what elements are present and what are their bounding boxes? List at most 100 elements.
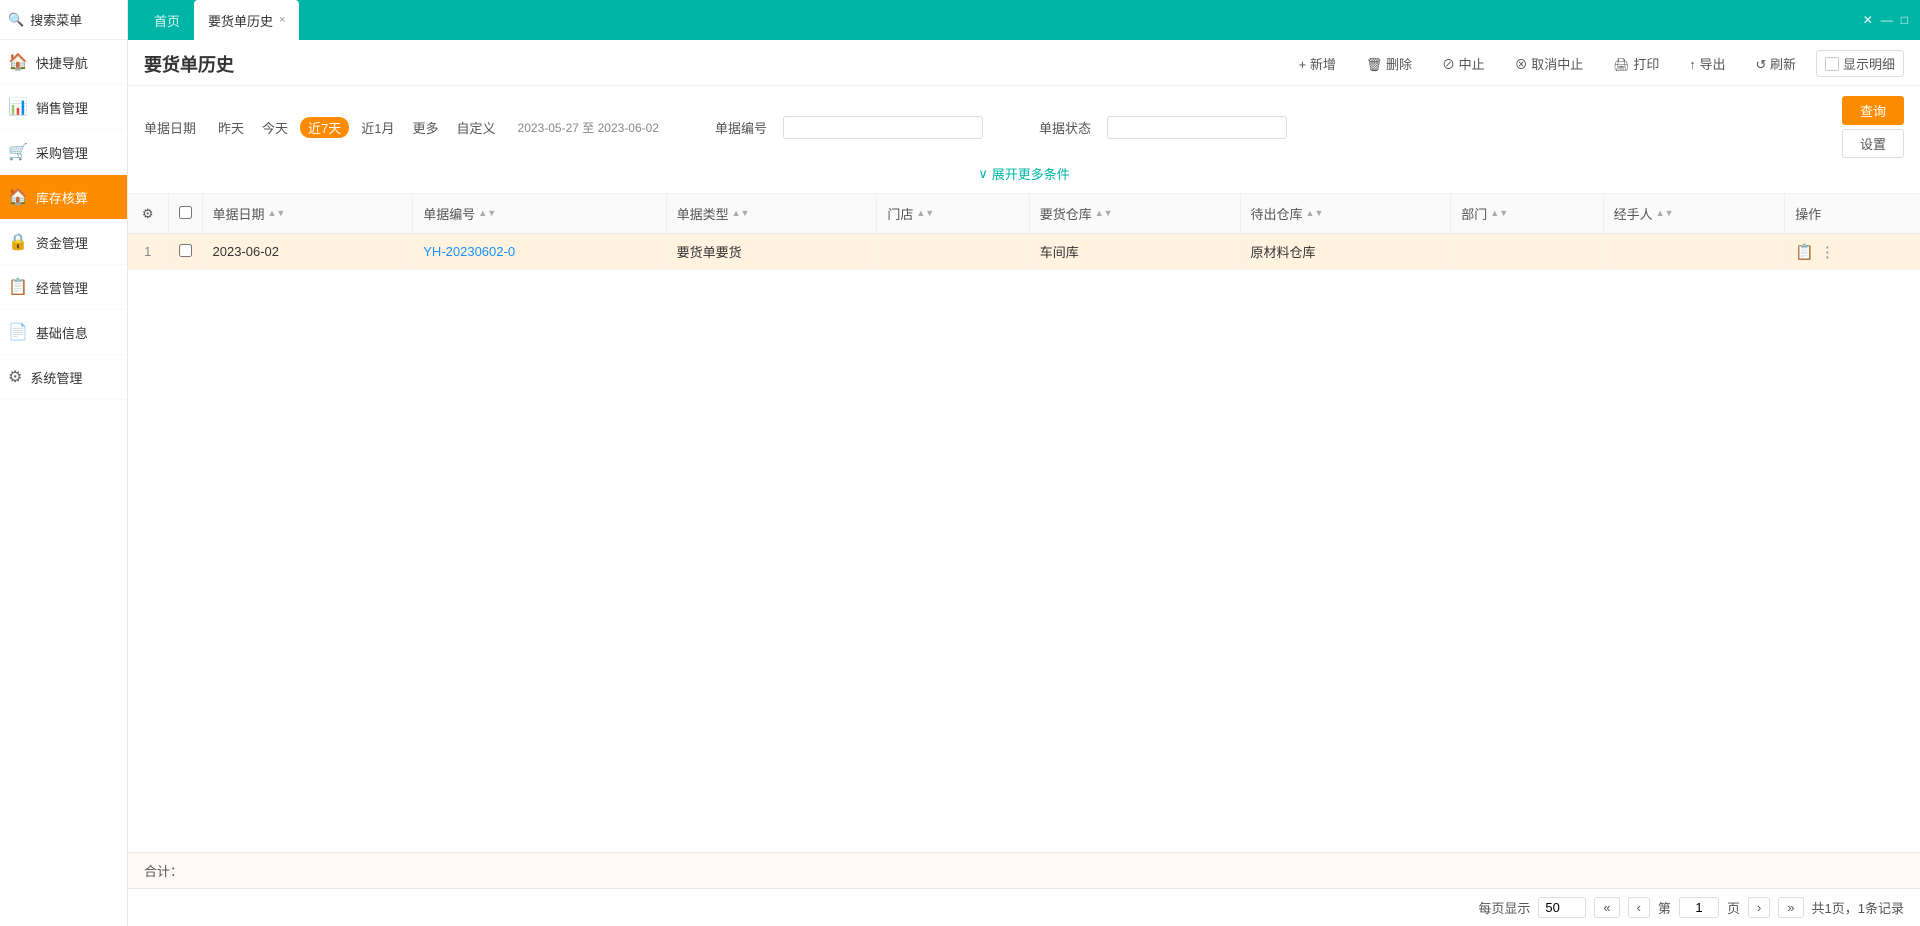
select-all-checkbox[interactable] bbox=[179, 206, 192, 219]
main-table: ⚙ 单据日期 ▲▼ 单据编号 bbox=[128, 194, 1920, 270]
td-checkbox bbox=[168, 234, 202, 270]
topbar: 首页 要货单历史 × ✕ — □ bbox=[128, 0, 1920, 40]
date-opt-more[interactable]: 更多 bbox=[407, 117, 445, 138]
sort-arrows-number: ▲▼ bbox=[478, 209, 496, 218]
refresh-button[interactable]: ↺ 刷新 bbox=[1745, 50, 1806, 77]
query-button[interactable]: 查询 bbox=[1842, 96, 1904, 125]
sidebar-item-label: 采购管理 bbox=[36, 143, 88, 162]
sidebar-search[interactable]: 🔍 搜索菜单 bbox=[0, 0, 127, 40]
next-page-button[interactable]: › bbox=[1748, 897, 1770, 918]
sidebar-item-inventory[interactable]: 🏠 库存核算 bbox=[0, 175, 127, 220]
th-store[interactable]: 门店 ▲▼ bbox=[877, 194, 1029, 234]
display-detail-checkbox bbox=[1825, 57, 1839, 71]
table-wrapper: ⚙ 单据日期 ▲▼ 单据编号 bbox=[128, 194, 1920, 852]
sidebar-item-sales[interactable]: 📊 销售管理 bbox=[0, 85, 127, 130]
date-opt-yesterday[interactable]: 昨天 bbox=[212, 117, 250, 138]
total-info: 共1页，1条记录 bbox=[1812, 898, 1904, 917]
filter-row-1: 单据日期 昨天 今天 近7天 近1月 更多 自定义 2023-05-27 至 2… bbox=[144, 96, 1904, 158]
th-settings[interactable]: ⚙ bbox=[128, 194, 168, 234]
th-department[interactable]: 部门 ▲▼ bbox=[1451, 194, 1603, 234]
th-pending-warehouse-label: 待出仓库 bbox=[1251, 204, 1303, 223]
sort-arrows-department: ▲▼ bbox=[1490, 209, 1508, 218]
th-actions-label: 操作 bbox=[1795, 207, 1821, 222]
date-opt-today[interactable]: 今天 bbox=[256, 117, 294, 138]
export-button[interactable]: ↑ 导出 bbox=[1679, 50, 1735, 77]
tab-home[interactable]: 首页 bbox=[140, 0, 194, 40]
per-page-select[interactable]: 20 50 100 bbox=[1538, 897, 1586, 918]
expand-more-button[interactable]: ∨ 展开更多条件 bbox=[144, 164, 1904, 183]
page-number-input[interactable] bbox=[1679, 897, 1719, 918]
doc-status-select[interactable] bbox=[1107, 116, 1287, 139]
td-department bbox=[1451, 234, 1603, 270]
sidebar-item-operations[interactable]: 📋 经营管理 bbox=[0, 265, 127, 310]
table-row[interactable]: 1 2023-06-02 YH-20230602-0 要货单要货 车间库 原材料… bbox=[128, 234, 1920, 270]
th-handler[interactable]: 经手人 ▲▼ bbox=[1603, 194, 1785, 234]
th-type-label: 单据类型 bbox=[677, 204, 729, 223]
date-opt-7days[interactable]: 近7天 bbox=[300, 117, 349, 138]
sort-arrows-date: ▲▼ bbox=[268, 209, 286, 218]
page-label-unit: 页 bbox=[1727, 898, 1740, 917]
print-button[interactable]: 🖨 打印 bbox=[1603, 50, 1669, 77]
th-type[interactable]: 单据类型 ▲▼ bbox=[666, 194, 877, 234]
sidebar-item-basic[interactable]: 📄 基础信息 bbox=[0, 310, 127, 355]
first-page-button[interactable]: « bbox=[1594, 897, 1619, 918]
sort-arrows-store: ▲▼ bbox=[916, 209, 934, 218]
sidebar-item-finance[interactable]: 🔒 资金管理 bbox=[0, 220, 127, 265]
page-title: 要货单历史 bbox=[144, 51, 234, 77]
tab-requisition-history[interactable]: 要货单历史 × bbox=[194, 0, 299, 40]
main-area: 首页 要货单历史 × ✕ — □ 要货单历史 + 新增 🗑 删除 ⊘ 中止 ⊗ … bbox=[128, 0, 1920, 926]
stop-button[interactable]: ⊘ 中止 bbox=[1432, 50, 1495, 77]
delete-button[interactable]: 🗑 删除 bbox=[1356, 50, 1422, 77]
sidebar-item-system[interactable]: ⚙ 系统管理 bbox=[0, 355, 127, 400]
setting-button[interactable]: 设置 bbox=[1842, 129, 1904, 158]
tab-close-icon[interactable]: × bbox=[279, 14, 285, 26]
date-filter-label: 单据日期 bbox=[144, 118, 196, 137]
th-checkbox bbox=[168, 194, 202, 234]
th-req-warehouse[interactable]: 要货仓库 ▲▼ bbox=[1029, 194, 1240, 234]
th-number-label: 单据编号 bbox=[423, 204, 475, 223]
row-checkbox[interactable] bbox=[179, 244, 192, 257]
row-actions: 📋 ⋮ bbox=[1795, 243, 1910, 261]
window-maximize-button[interactable]: □ bbox=[1901, 13, 1908, 27]
add-button[interactable]: + 新增 bbox=[1289, 50, 1346, 77]
tab-active-label: 要货单历史 bbox=[208, 11, 273, 30]
window-close-button[interactable]: ✕ bbox=[1863, 13, 1873, 27]
sidebar-search-label: 搜索菜单 bbox=[30, 10, 82, 29]
prev-page-button[interactable]: ‹ bbox=[1628, 897, 1650, 918]
row-num: 1 bbox=[144, 244, 151, 259]
th-date[interactable]: 单据日期 ▲▼ bbox=[202, 194, 413, 234]
table-body: 1 2023-06-02 YH-20230602-0 要货单要货 车间库 原材料… bbox=[128, 234, 1920, 270]
doc-status-wrapper bbox=[1107, 116, 1287, 139]
content-area: 要货单历史 + 新增 🗑 删除 ⊘ 中止 ⊗ 取消中止 🖨 打印 ↑ 导出 ↺ … bbox=[128, 40, 1920, 926]
per-page-label: 每页显示 bbox=[1478, 898, 1530, 917]
chevron-down-icon: ∨ bbox=[978, 166, 988, 182]
filter-area: 单据日期 昨天 今天 近7天 近1月 更多 自定义 2023-05-27 至 2… bbox=[128, 86, 1920, 194]
date-range-display: 2023-05-27 至 2023-06-02 bbox=[518, 119, 659, 136]
inventory-icon: 🏠 bbox=[8, 187, 28, 207]
cancel-stop-button[interactable]: ⊗ 取消中止 bbox=[1505, 50, 1594, 77]
date-opt-1month[interactable]: 近1月 bbox=[355, 117, 400, 138]
doc-number-label: 单据编号 bbox=[715, 118, 767, 137]
pagination-bar: 每页显示 20 50 100 « ‹ 第 页 › » 共1页，1条记录 bbox=[128, 888, 1920, 926]
toolbar: + 新增 🗑 删除 ⊘ 中止 ⊗ 取消中止 🖨 打印 ↑ 导出 ↺ 刷新 显示明… bbox=[1289, 50, 1904, 77]
row-action-more-icon[interactable]: ⋮ bbox=[1820, 243, 1835, 261]
sidebar-item-purchase[interactable]: 🛒 采购管理 bbox=[0, 130, 127, 175]
window-minimize-button[interactable]: — bbox=[1881, 13, 1893, 27]
sidebar-item-quick-nav[interactable]: 🏠 快捷导航 bbox=[0, 40, 127, 85]
th-pending-warehouse[interactable]: 待出仓库 ▲▼ bbox=[1240, 194, 1451, 234]
topbar-actions: ✕ — □ bbox=[1863, 13, 1908, 27]
doc-number-link[interactable]: YH-20230602-0 bbox=[423, 244, 515, 259]
date-opt-custom[interactable]: 自定义 bbox=[451, 117, 502, 138]
display-detail-button[interactable]: 显示明细 bbox=[1816, 50, 1904, 77]
th-number[interactable]: 单据编号 ▲▼ bbox=[413, 194, 666, 234]
page-label-first: 第 bbox=[1658, 898, 1671, 917]
doc-number-input[interactable] bbox=[783, 116, 983, 139]
last-page-button[interactable]: » bbox=[1778, 897, 1803, 918]
th-handler-label: 经手人 bbox=[1614, 204, 1653, 223]
th-department-label: 部门 bbox=[1461, 204, 1487, 223]
sidebar-item-label: 库存核算 bbox=[36, 188, 88, 207]
row-action-view-icon[interactable]: 📋 bbox=[1795, 243, 1814, 261]
td-number[interactable]: YH-20230602-0 bbox=[413, 234, 666, 270]
sidebar-item-label: 快捷导航 bbox=[36, 53, 88, 72]
td-store bbox=[877, 234, 1029, 270]
